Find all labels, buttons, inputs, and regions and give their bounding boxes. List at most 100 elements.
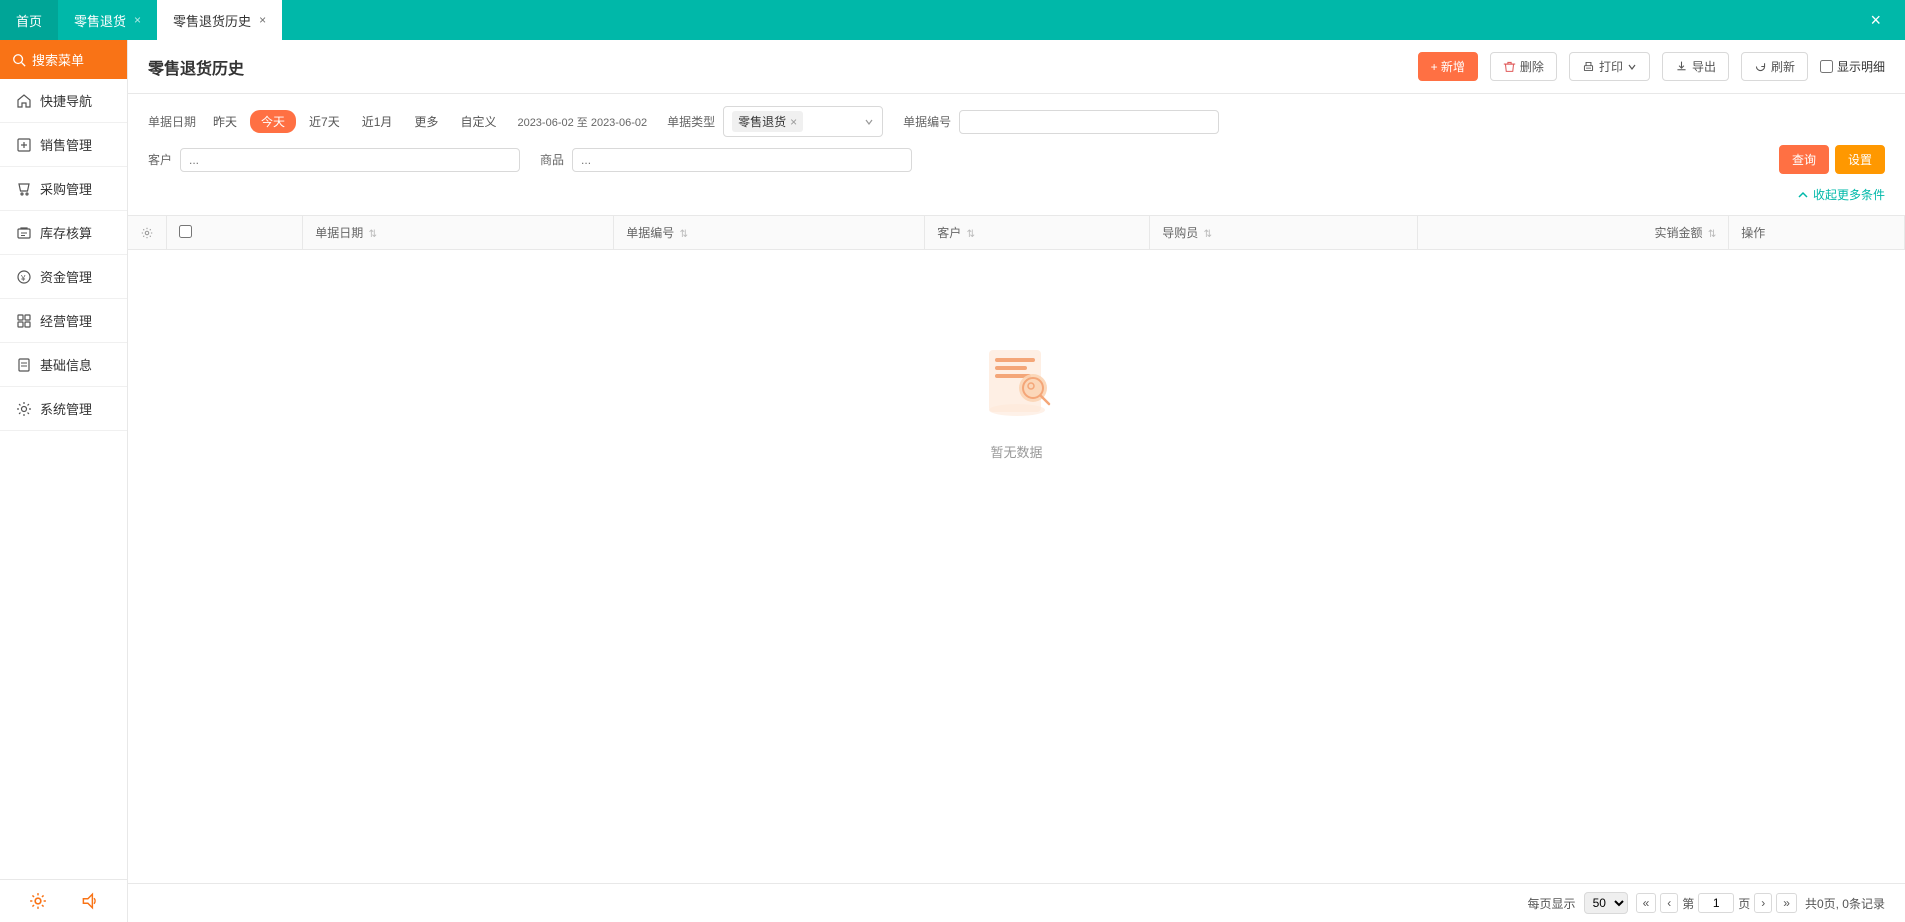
col-checkbox — [167, 216, 303, 250]
system-icon — [16, 401, 32, 417]
capital-icon: ¥ — [16, 269, 32, 285]
settings-filter-button[interactable]: 设置 — [1835, 145, 1885, 174]
goods-label: 商品 — [540, 151, 564, 168]
doc-type-select[interactable]: 零售退货 × — [723, 106, 883, 137]
sort-doc-number[interactable]: ⇅ — [680, 229, 688, 240]
export-button[interactable]: 导出 — [1662, 52, 1729, 81]
refresh-button[interactable]: 刷新 — [1741, 52, 1808, 81]
page-prev-button[interactable]: ‹ — [1660, 893, 1678, 913]
sort-doc-date[interactable]: ⇅ — [369, 229, 377, 240]
doc-number-label: 单据编号 — [903, 113, 951, 130]
page-size-label: 每页显示 — [1528, 895, 1576, 912]
empty-state-text: 暂无数据 — [990, 442, 1042, 461]
sidebar-item-quick-nav[interactable]: 快捷导航 — [0, 79, 127, 123]
col-customer: 客户 ⇅ — [925, 216, 1150, 250]
sidebar-item-purchase-mgmt[interactable]: 采购管理 — [0, 167, 127, 211]
doc-number-input[interactable] — [959, 110, 1219, 134]
empty-state: 暂无数据 — [128, 250, 1905, 541]
inventory-icon — [16, 225, 32, 241]
doc-type-label: 单据类型 — [667, 113, 715, 130]
table-footer: 每页显示 50 « ‹ 第 页 › » 共0页, 0条记录 — [128, 883, 1905, 922]
search-icon — [12, 53, 26, 67]
new-button[interactable]: + 新增 — [1418, 52, 1478, 81]
page-size-select[interactable]: 50 — [1584, 892, 1628, 914]
doc-type-tag: 零售退货 × — [732, 111, 803, 132]
doc-type-tag-close[interactable]: × — [790, 115, 797, 129]
settings-col-icon[interactable] — [140, 226, 154, 240]
page-input[interactable] — [1698, 893, 1734, 913]
date-range-display: 2023-06-02 至 2023-06-02 — [517, 114, 647, 130]
sidebar-item-inventory-calc[interactable]: 库存核算 — [0, 211, 127, 255]
data-table: 单据日期 ⇅ 单据编号 ⇅ 客户 ⇅ 导购员 ⇅ — [128, 216, 1905, 250]
display-detail-toggle[interactable]: 显示明细 — [1820, 58, 1885, 75]
doc-type-filter-item: 单据类型 零售退货 × — [667, 106, 883, 137]
page-label: 第 — [1682, 895, 1694, 912]
close-retail-return-tab[interactable]: × — [134, 13, 141, 27]
delete-icon — [1503, 60, 1516, 73]
collapse-button[interactable]: 收起更多条件 — [1797, 186, 1885, 203]
date-btn-custom[interactable]: 自定义 — [451, 110, 505, 133]
volume-icon[interactable] — [80, 892, 98, 910]
search-menu[interactable]: 搜索菜单 — [0, 40, 127, 79]
purchase-icon — [16, 181, 32, 197]
window-close-button[interactable]: × — [1862, 6, 1889, 35]
toolbar: + 新增 删除 打印 — [1418, 52, 1885, 81]
sort-customer[interactable]: ⇅ — [967, 229, 975, 240]
sort-actual-amount[interactable]: ⇅ — [1708, 229, 1716, 240]
col-actual-amount: 实销金额 ⇅ — [1418, 216, 1729, 250]
select-all-checkbox[interactable] — [179, 225, 192, 238]
date-btn-yesterday[interactable]: 昨天 — [204, 110, 246, 133]
page-title: 零售退货历史 — [148, 55, 244, 79]
tab-retail-return-history[interactable]: 零售退货历史 × — [157, 0, 282, 40]
empty-state-icon — [967, 330, 1067, 430]
sort-guide[interactable]: ⇅ — [1204, 229, 1212, 240]
table-header: 单据日期 ⇅ 单据编号 ⇅ 客户 ⇅ 导购员 ⇅ — [128, 216, 1905, 250]
tab-home[interactable]: 首页 — [0, 0, 58, 40]
basic-icon — [16, 357, 32, 373]
col-doc-number: 单据编号 ⇅ — [614, 216, 925, 250]
page-last-button[interactable]: » — [1776, 893, 1797, 913]
print-button[interactable]: 打印 — [1569, 52, 1650, 81]
display-detail-checkbox[interactable] — [1820, 60, 1833, 73]
customer-label: 客户 — [148, 151, 172, 168]
date-btn-1month[interactable]: 近1月 — [353, 110, 402, 133]
sidebar-item-sales-mgmt[interactable]: 销售管理 — [0, 123, 127, 167]
query-button[interactable]: 查询 — [1779, 145, 1829, 174]
date-filter-item: 单据日期 昨天 今天 近7天 近1月 更多 自定义 2023-06-02 至 2… — [148, 110, 647, 133]
sidebar-item-operation-mgmt[interactable]: 经营管理 — [0, 299, 127, 343]
filter-row-2: 客户 商品 查询 设置 — [148, 145, 1885, 174]
date-filter-label: 单据日期 — [148, 113, 196, 130]
delete-button[interactable]: 删除 — [1490, 52, 1557, 81]
print-dropdown-icon — [1627, 62, 1637, 72]
refresh-icon — [1754, 60, 1767, 73]
page-header: 零售退货历史 + 新增 删除 — [128, 40, 1905, 94]
customer-input[interactable] — [180, 148, 520, 172]
col-operation: 操作 — [1729, 216, 1905, 250]
sidebar: 搜索菜单 快捷导航 销售管理 采购管理 — [0, 40, 128, 922]
doc-number-filter-item: 单据编号 — [903, 110, 1219, 134]
sidebar-item-system-mgmt[interactable]: 系统管理 — [0, 387, 127, 431]
top-bar: 首页 零售退货 × 零售退货历史 × × — [0, 0, 1905, 40]
sidebar-item-capital-mgmt[interactable]: ¥ 资金管理 — [0, 255, 127, 299]
goods-input[interactable] — [572, 148, 912, 172]
page-first-button[interactable]: « — [1636, 893, 1657, 913]
sidebar-bottom — [0, 879, 127, 922]
close-retail-return-history-tab[interactable]: × — [259, 13, 266, 27]
home-icon — [16, 93, 32, 109]
print-icon — [1582, 60, 1595, 73]
date-btn-7days[interactable]: 近7天 — [300, 110, 349, 133]
goods-filter-item: 商品 — [540, 148, 912, 172]
sidebar-item-basic-info[interactable]: 基础信息 — [0, 343, 127, 387]
settings-icon[interactable] — [29, 892, 47, 910]
sales-icon — [16, 137, 32, 153]
filter-row-1: 单据日期 昨天 今天 近7天 近1月 更多 自定义 2023-06-02 至 2… — [148, 106, 1885, 137]
tab-retail-return[interactable]: 零售退货 × — [58, 0, 157, 40]
tab-list: 首页 零售退货 × 零售退货历史 × — [0, 0, 1862, 40]
date-btn-today[interactable]: 今天 — [250, 110, 296, 133]
page-next-button[interactable]: › — [1754, 893, 1772, 913]
total-info: 共0页, 0条记录 — [1805, 895, 1885, 912]
col-settings — [128, 216, 167, 250]
date-btn-more[interactable]: 更多 — [405, 110, 447, 133]
table-container: 单据日期 ⇅ 单据编号 ⇅ 客户 ⇅ 导购员 ⇅ — [128, 216, 1905, 883]
operation-icon — [16, 313, 32, 329]
